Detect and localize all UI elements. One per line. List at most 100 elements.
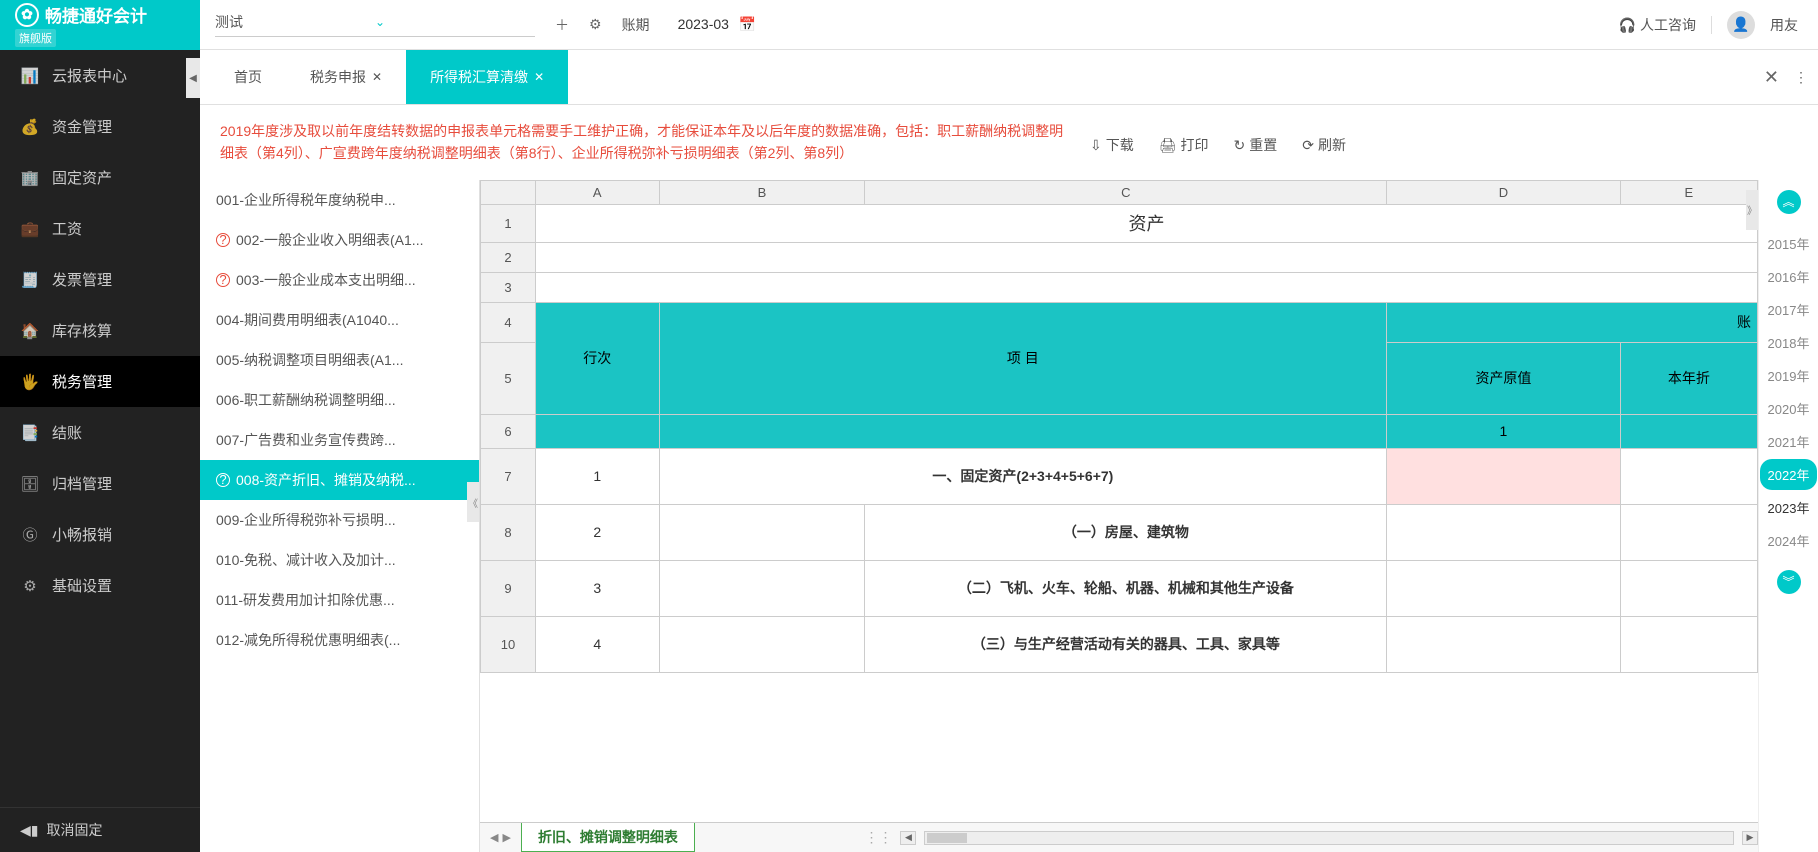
year-item[interactable]: 2023年 [1760, 492, 1818, 523]
scroll-left-icon[interactable]: ◀ [900, 831, 916, 845]
form-item-8[interactable]: 009-企业所得税弥补亏损明... [200, 500, 479, 540]
refresh-button[interactable]: ⟳ 刷新 [1302, 135, 1346, 155]
line-number[interactable]: 4 [535, 616, 659, 672]
cell[interactable] [535, 242, 1757, 272]
year-item[interactable]: 2019年 [1760, 360, 1818, 391]
form-item-5[interactable]: 006-职工薪酬纳税调整明细... [200, 380, 479, 420]
form-item-7[interactable]: ?008-资产折旧、摊销及纳税... [200, 460, 479, 500]
row-number[interactable]: 5 [481, 342, 536, 414]
scroll-right-icon[interactable]: ▶ [1742, 831, 1758, 845]
sidebar-item-invoice[interactable]: 🧾发票管理 [0, 254, 200, 305]
sidebar-item-settings[interactable]: ⚙基础设置 [0, 560, 200, 611]
item-cell[interactable]: （二）飞机、火车、轮船、机器、机械和其他生产设备 [865, 560, 1387, 616]
sidebar-item-expense[interactable]: Ⓖ小畅报销 [0, 509, 200, 560]
sidebar-item-archive[interactable]: 🗄归档管理 [0, 458, 200, 509]
form-list-collapse[interactable]: 《 [467, 482, 479, 522]
cell[interactable] [659, 560, 865, 616]
sidebar-item-salary[interactable]: 💼工资 [0, 203, 200, 254]
row-number[interactable]: 7 [481, 448, 536, 504]
row-number[interactable]: 8 [481, 504, 536, 560]
item-cell[interactable]: 一、固定资产(2+3+4+5+6+7) [659, 448, 1387, 504]
year-nav-expand[interactable]: 》 [1746, 190, 1758, 230]
sheet-first-icon[interactable]: ◀ [490, 831, 498, 844]
form-item-4[interactable]: 005-纳税调整项目明细表(A1... [200, 340, 479, 380]
cell[interactable] [659, 616, 865, 672]
col-header[interactable]: B [659, 180, 865, 204]
col-num-cell[interactable]: 1 [1387, 414, 1620, 448]
tab-2[interactable]: 所得税汇算清缴✕ [406, 50, 568, 104]
header-cell[interactable]: 资产原值 [1387, 342, 1620, 414]
row-number[interactable]: 4 [481, 302, 536, 342]
row-number[interactable]: 3 [481, 272, 536, 302]
row-number[interactable]: 10 [481, 616, 536, 672]
close-icon[interactable]: ✕ [372, 70, 382, 84]
year-scroll-down[interactable]: ︾ [1777, 570, 1801, 594]
form-item-10[interactable]: 011-研发费用加计扣除优惠... [200, 580, 479, 620]
form-item-6[interactable]: 007-广告费和业务宣传费跨... [200, 420, 479, 460]
sheet-drag-icon[interactable]: ⋮⋮ [856, 829, 900, 846]
year-item[interactable]: 2016年 [1760, 261, 1818, 292]
cell[interactable] [1620, 560, 1757, 616]
form-item-3[interactable]: 004-期间费用明细表(A1040... [200, 300, 479, 340]
sidebar-footer[interactable]: ◀▮ 取消固定 [0, 807, 200, 852]
avatar[interactable]: 👤 [1727, 11, 1755, 39]
col-header[interactable]: A [535, 180, 659, 204]
col-header[interactable]: C [865, 180, 1387, 204]
cell[interactable] [1620, 414, 1757, 448]
sidebar-item-asset[interactable]: 🏢固定资产 [0, 152, 200, 203]
gear-icon[interactable]: ⚙ [589, 16, 602, 33]
scroll-thumb[interactable] [927, 833, 967, 843]
form-item-0[interactable]: 001-企业所得税年度纳税申... [200, 180, 479, 220]
cell[interactable] [1387, 448, 1620, 504]
line-number[interactable]: 2 [535, 504, 659, 560]
form-item-1[interactable]: ?002-一般企业收入明细表(A1... [200, 220, 479, 260]
sidebar-item-chart[interactable]: 📊云报表中心 [0, 50, 200, 101]
header-cell[interactable]: 本年折 [1620, 342, 1757, 414]
cell[interactable] [1387, 616, 1620, 672]
col-header[interactable]: E [1620, 180, 1757, 204]
header-cell[interactable]: 账 [1387, 302, 1758, 342]
company-select[interactable]: 测试 ⌄ [215, 12, 535, 37]
hscrollbar[interactable] [924, 831, 1734, 845]
header-cell[interactable]: 行次 [535, 302, 659, 414]
form-item-2[interactable]: ?003-一般企业成本支出明细... [200, 260, 479, 300]
corner-cell[interactable] [481, 180, 536, 204]
year-item[interactable]: 2015年 [1760, 228, 1818, 259]
cell[interactable] [535, 414, 659, 448]
cell[interactable] [1387, 504, 1620, 560]
year-scroll-up[interactable]: ︽ [1777, 190, 1801, 214]
print-button[interactable]: 🖨 打印 [1159, 135, 1209, 155]
sidebar-item-tax[interactable]: 🖐税务管理 [0, 356, 200, 407]
cell[interactable] [1620, 448, 1757, 504]
period-picker[interactable]: 2023-03 📅 [670, 16, 757, 33]
form-item-11[interactable]: 012-减免所得税优惠明细表(... [200, 620, 479, 660]
cell[interactable] [659, 414, 1387, 448]
sidebar-collapse[interactable]: ◀ [186, 58, 200, 98]
year-item[interactable]: 2024年 [1760, 525, 1818, 556]
sidebar-item-inventory[interactable]: 🏠库存核算 [0, 305, 200, 356]
row-number[interactable]: 1 [481, 204, 536, 242]
row-number[interactable]: 6 [481, 414, 536, 448]
sheet-prev-icon[interactable]: ▶ [502, 831, 510, 844]
support-button[interactable]: 🎧 人工咨询 [1619, 15, 1696, 35]
line-number[interactable]: 1 [535, 448, 659, 504]
year-item[interactable]: 2017年 [1760, 294, 1818, 325]
spreadsheet[interactable]: A B C D E 1 资产 2 [480, 180, 1758, 822]
col-header[interactable]: D [1387, 180, 1620, 204]
year-item[interactable]: 2018年 [1760, 327, 1818, 358]
form-item-9[interactable]: 010-免税、减计收入及加计... [200, 540, 479, 580]
close-all-icon[interactable]: ✕ [1764, 67, 1779, 88]
close-icon[interactable]: ✕ [534, 70, 544, 84]
cell[interactable] [1620, 616, 1757, 672]
sheet-tab[interactable]: 折旧、摊销调整明细表 [521, 823, 695, 852]
sidebar-item-money[interactable]: 💰资金管理 [0, 101, 200, 152]
menu-icon[interactable]: ⋮ [1794, 69, 1808, 86]
row-number[interactable]: 9 [481, 560, 536, 616]
item-cell[interactable]: （三）与生产经营活动有关的器具、工具、家具等 [865, 616, 1387, 672]
add-icon[interactable]: ＋ [555, 15, 569, 35]
tab-0[interactable]: 首页 [210, 50, 286, 104]
year-item[interactable]: 2020年 [1760, 393, 1818, 424]
year-item[interactable]: 2022年 [1760, 459, 1818, 490]
sheet-title[interactable]: 资产 [535, 204, 1757, 242]
cell[interactable] [659, 504, 865, 560]
